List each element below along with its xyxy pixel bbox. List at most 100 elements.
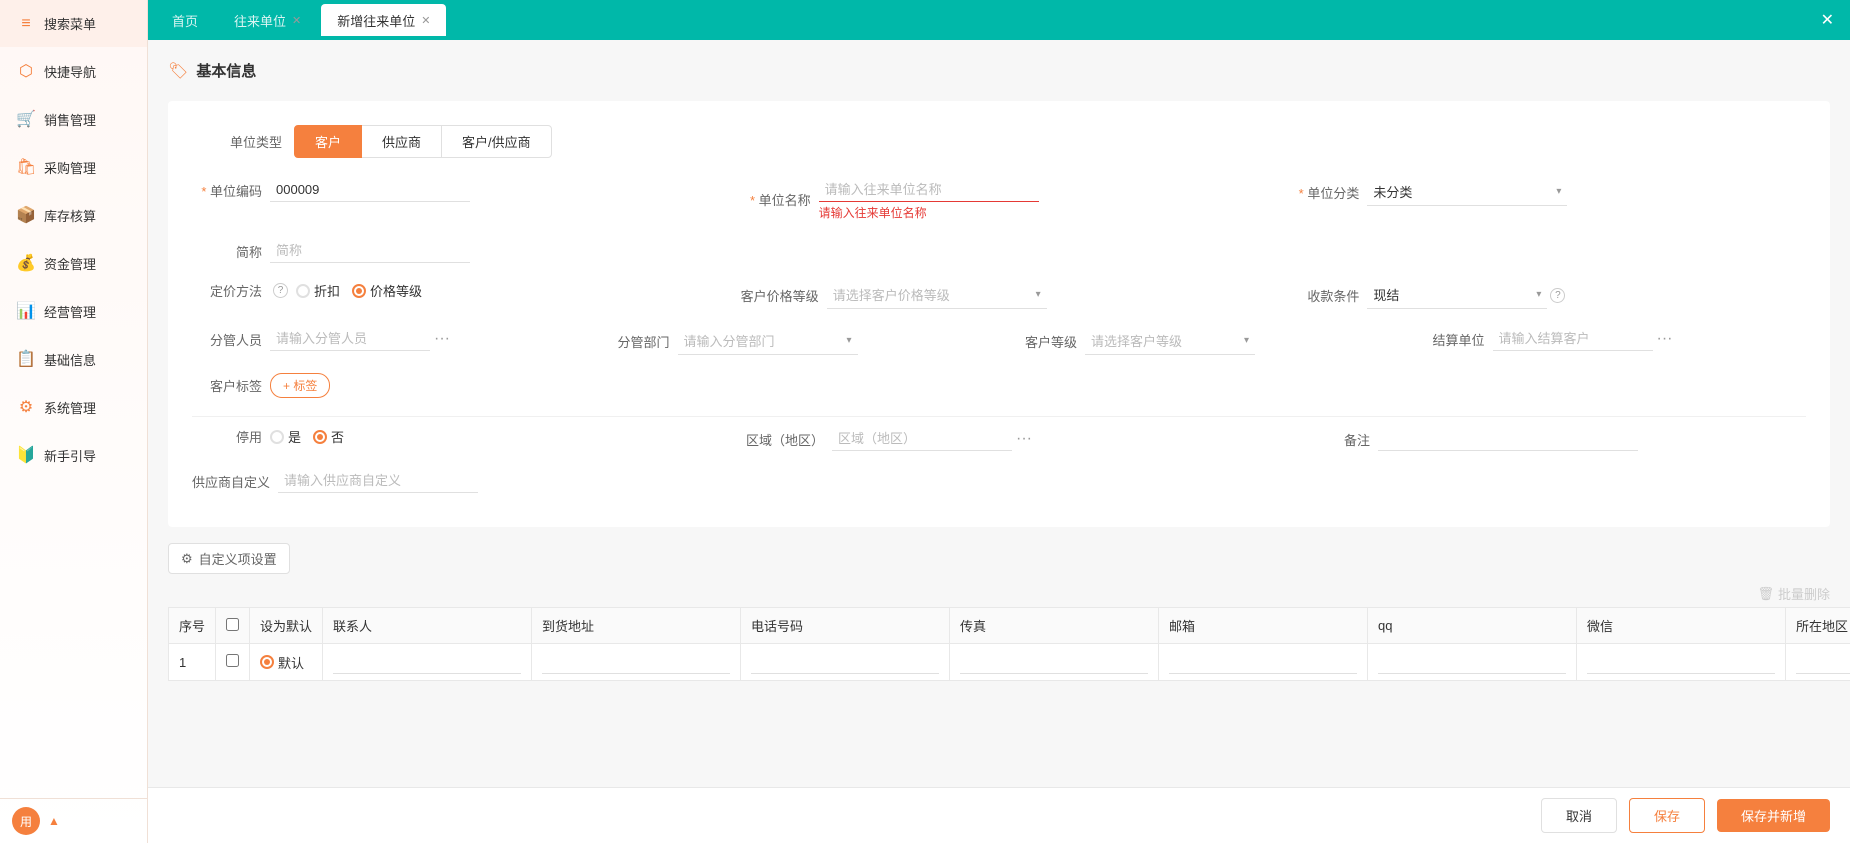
- unit-name-input[interactable]: [819, 178, 1039, 202]
- field-tag: 客户标签 + 标签: [192, 373, 1806, 398]
- disable-yes-circle: [270, 430, 284, 444]
- form-divider: [192, 416, 1806, 417]
- select-all-checkbox[interactable]: [226, 618, 239, 631]
- type-btn-customer[interactable]: 客户: [294, 125, 362, 158]
- manager-extra-icon[interactable]: ···: [430, 330, 454, 348]
- pricing-radio-discount[interactable]: 折扣: [296, 281, 340, 300]
- fax-input[interactable]: [960, 650, 1148, 674]
- cell-fax[interactable]: [950, 644, 1159, 681]
- form-row-3: 定价方法 ? 折扣 价格等级 客户价格等级: [192, 281, 1806, 309]
- tag-label: 客户标签: [192, 376, 262, 395]
- manager-input[interactable]: [270, 327, 430, 351]
- customize-row: ⚙ 自定义项设置: [168, 543, 1830, 574]
- sidebar-item-quicknav[interactable]: ⬡ 快捷导航: [0, 47, 147, 95]
- batch-delete-label[interactable]: 批量删除: [1778, 584, 1830, 603]
- pricing-help-icon[interactable]: ?: [273, 283, 288, 298]
- sidebar-item-inventory[interactable]: 📦 库存核算: [0, 191, 147, 239]
- email-input[interactable]: [1169, 650, 1357, 674]
- row-default-radio[interactable]: 默认: [260, 653, 312, 672]
- department-chevron: ▾: [846, 335, 851, 346]
- batch-delete-icon: 🗑: [1757, 586, 1774, 602]
- sidebar-item-finance[interactable]: 💰 资金管理: [0, 239, 147, 287]
- payment-terms-select[interactable]: 现结 ▾: [1367, 281, 1547, 309]
- sidebar-item-system[interactable]: ⚙ 系统管理: [0, 383, 147, 431]
- tab-new-partner-close[interactable]: ✕: [421, 14, 430, 27]
- section-header: 🏷 基本信息: [168, 60, 1830, 81]
- cell-email[interactable]: [1159, 644, 1368, 681]
- note-label: 备注: [1300, 430, 1370, 449]
- disable-radio-yes[interactable]: 是: [270, 427, 301, 446]
- cancel-button[interactable]: 取消: [1541, 798, 1617, 833]
- region-input[interactable]: [832, 427, 1012, 451]
- settlement-input[interactable]: [1493, 327, 1653, 351]
- customer-grade-chevron: ▾: [1244, 335, 1249, 346]
- supplier-custom-input[interactable]: [278, 469, 478, 493]
- tab-partner[interactable]: 往来单位 ✕: [218, 4, 317, 36]
- sidebar-item-guide[interactable]: 🔰 新手引导: [0, 431, 147, 479]
- customer-price-select[interactable]: 请选择客户价格等级 ▾: [827, 281, 1047, 309]
- col-fax: 传真: [950, 608, 1159, 644]
- contact-input[interactable]: [333, 650, 521, 674]
- tab-bar-close-all[interactable]: ✕: [1813, 6, 1842, 34]
- sidebar-item-basicinfo[interactable]: 📋 基础信息: [0, 335, 147, 383]
- pricing-radio-grade[interactable]: 价格等级: [352, 281, 422, 300]
- cell-contact[interactable]: [323, 644, 532, 681]
- tab-partner-close[interactable]: ✕: [292, 14, 301, 27]
- cell-address[interactable]: [532, 644, 741, 681]
- unit-category-select[interactable]: 未分类 ▾: [1367, 178, 1567, 206]
- row-region-input[interactable]: [1796, 650, 1850, 674]
- col-contact: 联系人: [323, 608, 532, 644]
- disable-radio-no[interactable]: 否: [313, 427, 344, 446]
- payment-terms-label: 收款条件: [1289, 286, 1359, 305]
- field-manager: 分管人员 ···: [192, 327, 584, 351]
- cell-wechat[interactable]: [1577, 644, 1786, 681]
- row-checkbox[interactable]: [226, 654, 239, 667]
- form-row-1: 单位编码 单位名称 请输入往来单位名称 单位分类 未分类 ▾: [192, 178, 1806, 221]
- payment-terms-help-icon[interactable]: ?: [1550, 288, 1565, 303]
- payment-terms-value: 现结: [1373, 285, 1532, 304]
- col-checkbox: [216, 608, 250, 644]
- sidebar-item-search[interactable]: ≡ 搜索菜单: [0, 0, 147, 47]
- department-select[interactable]: 请输入分管部门 ▾: [678, 327, 858, 355]
- tab-new-partner[interactable]: 新增往来单位 ✕: [321, 4, 446, 36]
- search-icon: ≡: [16, 15, 36, 33]
- address-input[interactable]: [542, 650, 730, 674]
- note-input[interactable]: [1378, 427, 1638, 451]
- field-disable: 停用 是 否: [192, 427, 698, 446]
- form-row-6: 停用 是 否 区域（地区） ···: [192, 427, 1806, 451]
- col-default: 设为默认: [250, 608, 323, 644]
- unit-name-wrap: 请输入往来单位名称: [819, 178, 1258, 221]
- save-button[interactable]: 保存: [1629, 798, 1705, 833]
- unit-code-input[interactable]: [270, 178, 470, 202]
- cell-phone[interactable]: [741, 644, 950, 681]
- sidebar-item-sales[interactable]: 🛒 销售管理: [0, 95, 147, 143]
- field-region: 区域（地区） ···: [746, 427, 1252, 451]
- region-extra-icon[interactable]: ···: [1012, 430, 1036, 448]
- col-address: 到货地址: [532, 608, 741, 644]
- short-name-input[interactable]: [270, 239, 470, 263]
- purchase-icon: 🛍: [16, 157, 36, 177]
- unit-category-chevron: ▾: [1556, 186, 1561, 197]
- form-card: 单位类型 客户 供应商 客户/供应商 单位编码 单位名称 请输入往来单位: [168, 101, 1830, 527]
- cell-qq[interactable]: [1368, 644, 1577, 681]
- tab-home[interactable]: 首页: [156, 4, 214, 36]
- unit-type-label: 单位类型: [192, 132, 282, 151]
- type-btn-supplier[interactable]: 供应商: [362, 125, 441, 158]
- customize-settings-button[interactable]: ⚙ 自定义项设置: [168, 543, 290, 574]
- add-tag-button[interactable]: + 标签: [270, 373, 330, 398]
- phone-input[interactable]: [751, 650, 939, 674]
- field-note: 备注: [1300, 427, 1806, 451]
- wechat-input[interactable]: [1587, 650, 1775, 674]
- department-label: 分管部门: [600, 332, 670, 351]
- cell-default: 默认: [250, 644, 323, 681]
- field-settlement: 结算单位 ···: [1415, 327, 1807, 351]
- customer-grade-select[interactable]: 请选择客户等级 ▾: [1085, 327, 1255, 355]
- sidebar-item-purchase[interactable]: 🛍 采购管理: [0, 143, 147, 191]
- type-btn-both[interactable]: 客户/供应商: [441, 125, 552, 158]
- sidebar-item-operations[interactable]: 📊 经营管理: [0, 287, 147, 335]
- cell-region[interactable]: [1786, 644, 1850, 681]
- settlement-extra-icon[interactable]: ···: [1653, 330, 1677, 348]
- default-radio-circle: [260, 655, 274, 669]
- save-new-button[interactable]: 保存并新增: [1717, 799, 1830, 832]
- qq-input[interactable]: [1378, 650, 1566, 674]
